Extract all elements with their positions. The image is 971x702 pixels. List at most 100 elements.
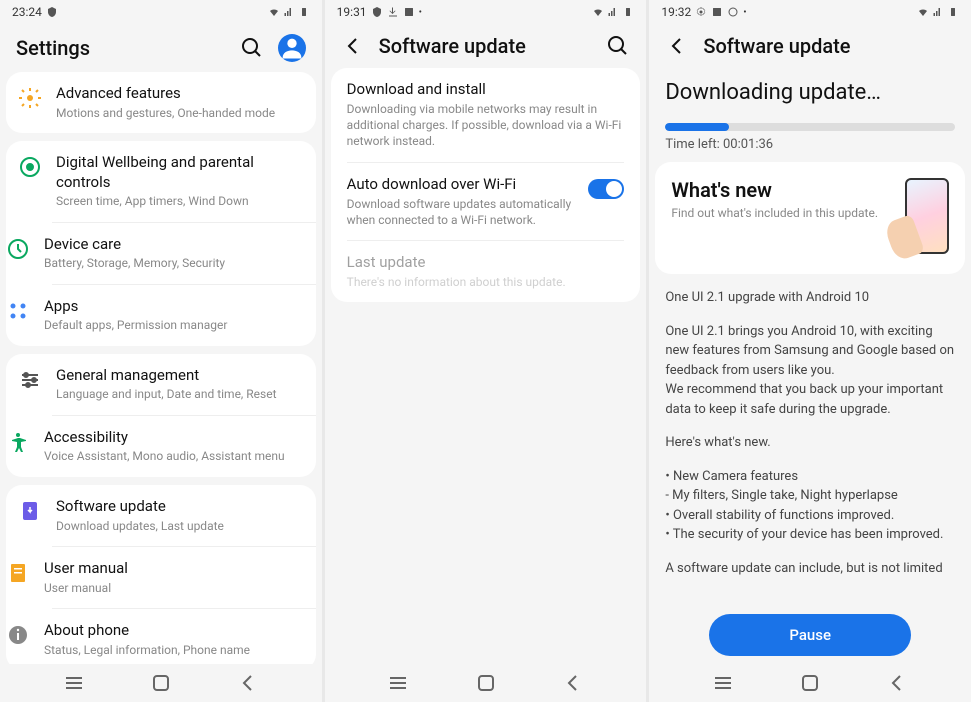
wifi-icon — [917, 6, 929, 18]
back-button[interactable] — [561, 671, 585, 695]
gear-icon — [695, 6, 707, 18]
back-icon[interactable] — [341, 34, 365, 58]
wifi-icon — [592, 6, 604, 18]
home-button[interactable] — [798, 671, 822, 695]
item-subtitle: User manual — [44, 581, 304, 597]
software-update-item[interactable]: Download and install Downloading via mobi… — [331, 68, 641, 162]
image-icon — [403, 6, 415, 18]
settings-group: Digital Wellbeing and parental controls S… — [6, 141, 316, 346]
page-title: Settings — [16, 36, 226, 60]
software-update-item: Last update There's no information about … — [331, 241, 641, 302]
back-icon[interactable] — [665, 34, 689, 58]
item-title: Download and install — [347, 80, 625, 98]
item-title: Digital Wellbeing and parental controls — [56, 153, 304, 192]
nav-bar — [0, 664, 322, 702]
battery-icon — [298, 6, 310, 18]
update-detail-paragraph: One UI 2.1 brings you Android 10, with e… — [665, 322, 955, 420]
recents-button[interactable] — [711, 671, 735, 695]
software-update-item[interactable]: Auto download over Wi-Fi Download softwar… — [331, 163, 641, 240]
phone-illustration — [889, 178, 949, 258]
item-subtitle: Motions and gestures, One-handed mode — [56, 106, 304, 122]
settings-item[interactable]: Device careBattery, Storage, Memory, Sec… — [52, 222, 316, 284]
item-subtitle: Download software updates automatically … — [347, 196, 579, 228]
item-subtitle: Voice Assistant, Mono audio, Assistant m… — [44, 449, 304, 465]
download-icon — [387, 6, 399, 18]
item-title: Last update — [347, 253, 625, 271]
item-subtitle: There's no information about this update… — [347, 274, 625, 290]
signal-icon — [932, 6, 944, 18]
software-update-screen: 19:31 • Software update Download and ins… — [325, 0, 647, 702]
settings-item[interactable]: AppsDefault apps, Permission manager — [52, 284, 316, 346]
wifi-icon — [268, 6, 280, 18]
status-time: 23:24 — [12, 5, 42, 19]
item-subtitle: Download updates, Last update — [56, 519, 304, 535]
downloading-screen: 19:32 • Software update Downloading upda… — [649, 0, 971, 702]
downloading-header: Software update — [649, 24, 971, 68]
item-title: User manual — [44, 559, 304, 579]
settings-item[interactable]: About phoneStatus, Legal information, Ph… — [52, 608, 316, 664]
status-bar: 19:32 • — [649, 0, 971, 24]
item-subtitle: Battery, Storage, Memory, Security — [44, 256, 304, 272]
whats-new-title: What's new — [671, 178, 879, 202]
nav-bar — [649, 664, 971, 702]
whats-new-card[interactable]: What's new Find out what's included in t… — [655, 162, 965, 274]
auto-download-toggle[interactable] — [588, 179, 624, 199]
item-subtitle: Screen time, App timers, Wind Down — [56, 194, 304, 210]
settings-item[interactable]: Advanced features Motions and gestures, O… — [6, 72, 316, 133]
item-subtitle: Default apps, Permission manager — [44, 318, 304, 334]
whats-new-sub: Find out what's included in this update. — [671, 206, 879, 220]
page-title: Software update — [379, 34, 593, 58]
profile-button[interactable] — [278, 34, 306, 62]
progress-bar — [665, 123, 955, 131]
update-details: One UI 2.1 upgrade with Android 10 One UI… — [649, 274, 971, 606]
settings-group: General managementLanguage and input, Da… — [6, 354, 316, 477]
item-subtitle: Language and input, Date and time, Reset — [56, 387, 304, 403]
status-time: 19:31 — [337, 5, 367, 19]
status-bar: 19:31 • — [325, 0, 647, 24]
page-title: Software update — [703, 34, 955, 58]
settings-item[interactable]: General managementLanguage and input, Da… — [6, 354, 316, 415]
item-subtitle: Downloading via mobile networks may resu… — [347, 101, 625, 150]
settings-header: Settings — [0, 24, 322, 72]
back-button[interactable] — [236, 671, 260, 695]
update-detail-paragraph: Here's what's new. — [665, 433, 955, 453]
settings-item[interactable]: Digital Wellbeing and parental controls S… — [6, 141, 316, 222]
item-title: General management — [56, 366, 304, 386]
apps-icon — [6, 299, 30, 323]
recents-button[interactable] — [386, 671, 410, 695]
about-icon — [6, 623, 30, 647]
pause-button[interactable]: Pause — [709, 614, 911, 656]
update-detail-paragraph: A software update can include, but is no… — [665, 559, 955, 579]
nav-bar — [325, 664, 647, 702]
item-title: Software update — [56, 497, 304, 517]
settings-item[interactable]: Software update Download updates, Last up… — [6, 485, 316, 546]
battery-icon — [947, 6, 959, 18]
search-icon[interactable] — [240, 36, 264, 60]
device-care-icon — [6, 237, 30, 261]
sync-icon — [727, 6, 739, 18]
more-indicator: • — [743, 7, 746, 18]
item-title: Advanced features — [56, 84, 304, 104]
recents-button[interactable] — [62, 671, 86, 695]
time-left: Time left: 00:01:36 — [649, 137, 971, 162]
advanced-icon — [18, 86, 42, 110]
settings-item[interactable]: User manualUser manual — [52, 546, 316, 608]
settings-group: Software update Download updates, Last up… — [6, 485, 316, 664]
software-update-header: Software update — [325, 24, 647, 68]
search-icon[interactable] — [606, 34, 630, 58]
shield-icon — [46, 6, 58, 18]
signal-icon — [283, 6, 295, 18]
update-detail-paragraph: One UI 2.1 upgrade with Android 10 — [665, 288, 955, 308]
image-icon — [711, 6, 723, 18]
settings-item[interactable]: AccessibilityVoice Assistant, Mono audio… — [52, 415, 316, 477]
back-button[interactable] — [885, 671, 909, 695]
wellbeing-icon — [18, 155, 42, 179]
settings-list[interactable]: Advanced features Motions and gestures, O… — [0, 72, 322, 664]
item-title: Auto download over Wi-Fi — [347, 175, 579, 193]
home-button[interactable] — [149, 671, 173, 695]
home-button[interactable] — [474, 671, 498, 695]
downloading-title: Downloading update… — [665, 80, 955, 105]
settings-screen: 23:24 Settings Advanced features Motions … — [0, 0, 322, 702]
accessibility-icon — [6, 430, 30, 454]
item-title: About phone — [44, 621, 304, 641]
